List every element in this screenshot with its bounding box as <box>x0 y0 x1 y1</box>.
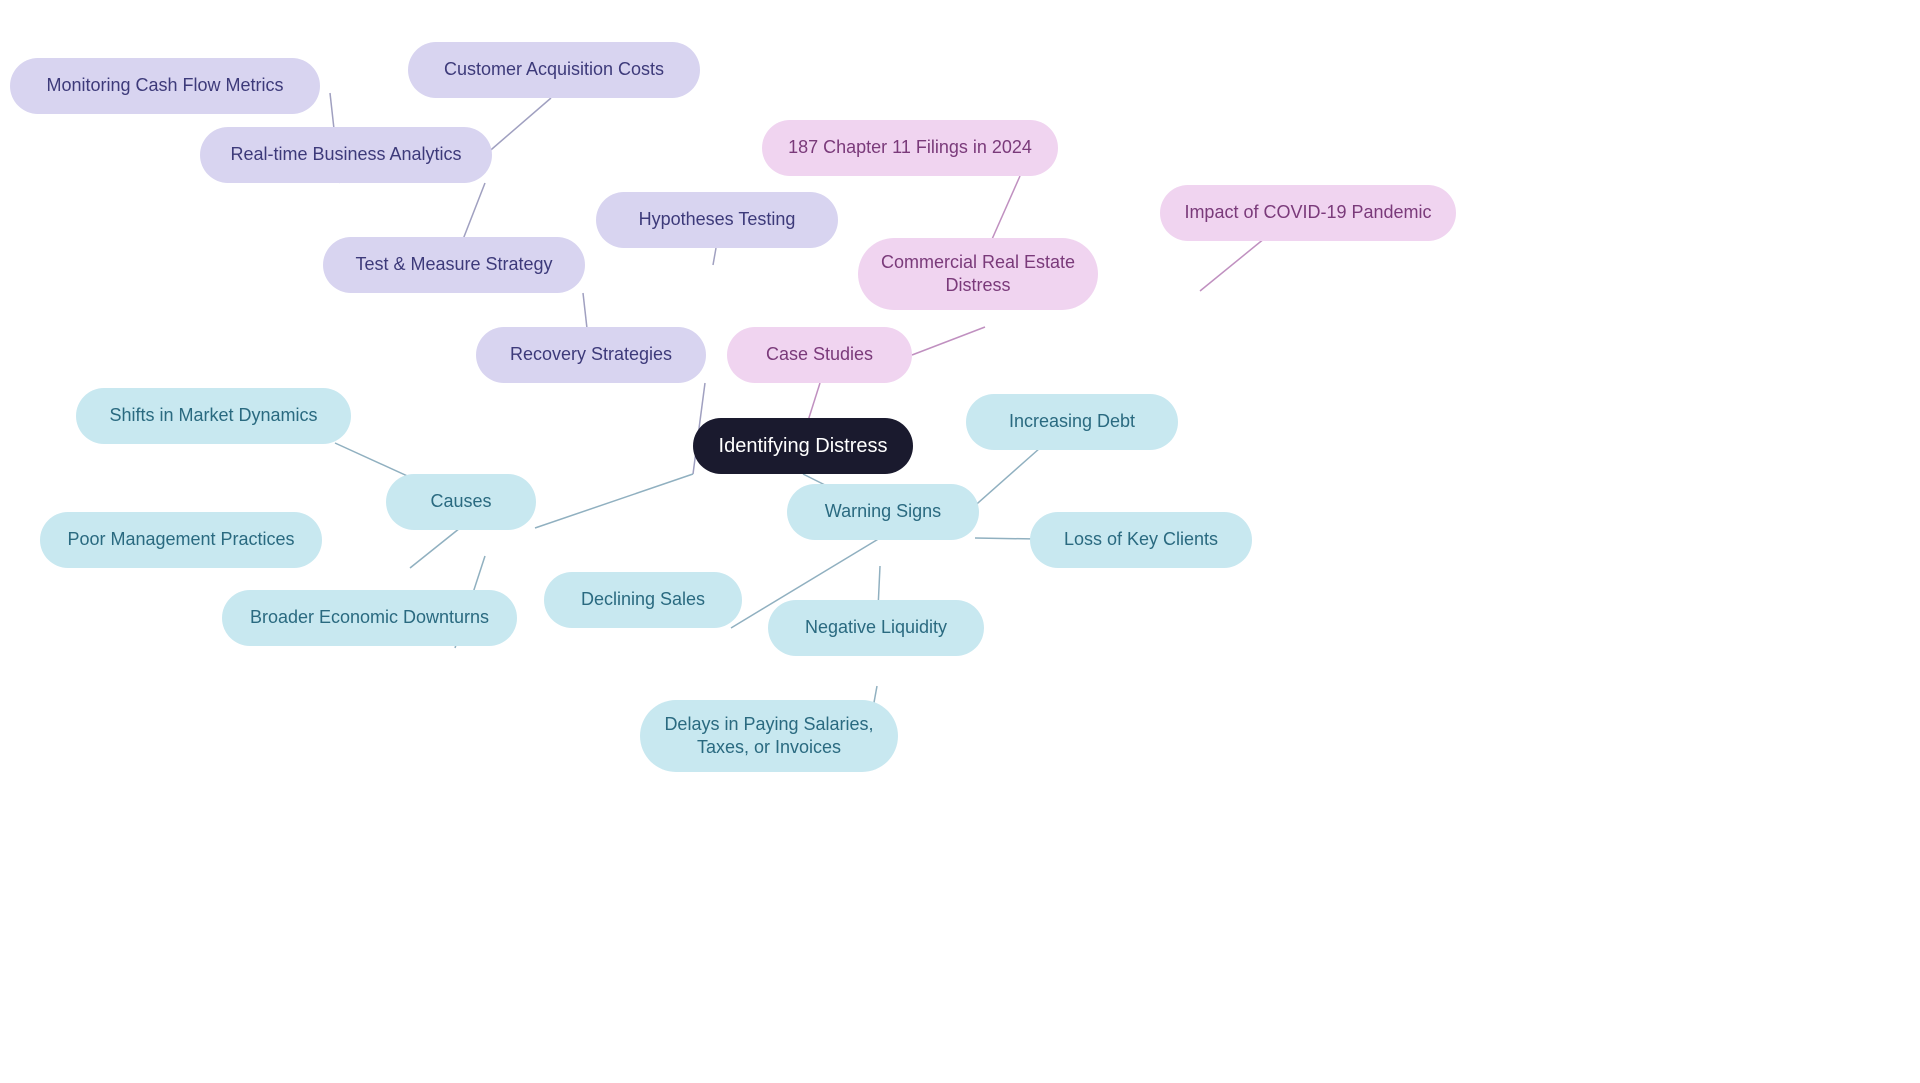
shifts-node: Shifts in Market Dynamics <box>76 388 351 444</box>
monitoring-node: Monitoring Cash Flow Metrics <box>10 58 320 114</box>
customer-acq-node: Customer Acquisition Costs <box>408 42 700 98</box>
delays-node: Delays in Paying Salaries, Taxes, or Inv… <box>640 700 898 772</box>
poor-mgmt-node: Poor Management Practices <box>40 512 322 568</box>
causes-node: Causes <box>386 474 536 530</box>
declining-node: Declining Sales <box>544 572 742 628</box>
real-time-node: Real-time Business Analytics <box>200 127 492 183</box>
loss-clients-node: Loss of Key Clients <box>1030 512 1252 568</box>
test-measure-node: Test & Measure Strategy <box>323 237 585 293</box>
center-node: Identifying Distress <box>693 418 913 474</box>
hypotheses-node: Hypotheses Testing <box>596 192 838 248</box>
recovery-strategies-node: Recovery Strategies <box>476 327 706 383</box>
broader-node: Broader Economic Downturns <box>222 590 517 646</box>
case-studies-node: Case Studies <box>727 327 912 383</box>
neg-liquidity-node: Negative Liquidity <box>768 600 984 656</box>
chapter11-node: 187 Chapter 11 Filings in 2024 <box>762 120 1058 176</box>
commercial-node: Commercial Real Estate Distress <box>858 238 1098 310</box>
covid-node: Impact of COVID-19 Pandemic <box>1160 185 1456 241</box>
warning-node: Warning Signs <box>787 484 979 540</box>
increasing-debt-node: Increasing Debt <box>966 394 1178 450</box>
